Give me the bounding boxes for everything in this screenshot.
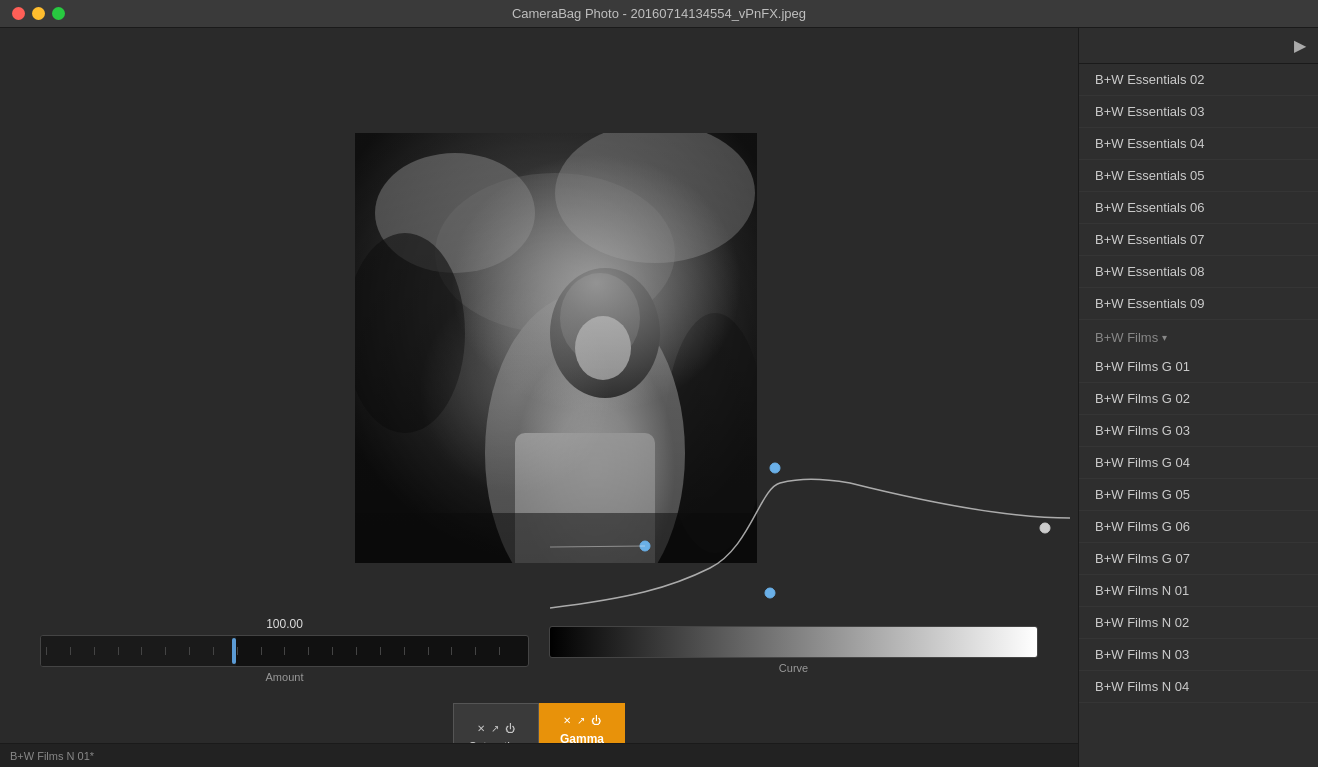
window-controls — [12, 7, 65, 20]
gamma-close-icon: ✕ — [563, 715, 571, 726]
preset-item-bw-films-n04[interactable]: B+W Films N 04 — [1079, 671, 1318, 703]
tick — [70, 647, 94, 655]
maximize-button[interactable] — [52, 7, 65, 20]
svg-point-15 — [1040, 523, 1050, 533]
tick — [499, 647, 523, 655]
bw-films-label: B+W Films — [1095, 330, 1158, 345]
tick — [428, 647, 452, 655]
window-title: CameraBag Photo - 20160714134554_vPnFX.j… — [512, 6, 806, 21]
saturation-panel-icons: ✕ ↗ ⏻ — [477, 723, 515, 734]
saturation-close-icon: ✕ — [477, 723, 485, 734]
tick — [141, 647, 165, 655]
tick — [284, 647, 308, 655]
status-bar: B+W Films N 01* — [0, 743, 1078, 767]
status-text: B+W Films N 01* — [10, 750, 94, 762]
preset-item-bw-films-n01[interactable]: B+W Films N 01 — [1079, 575, 1318, 607]
preset-item-bw-films-g04[interactable]: B+W Films G 04 — [1079, 447, 1318, 479]
close-button[interactable] — [12, 7, 25, 20]
amount-label: Amount — [266, 671, 304, 683]
preset-item-bw-films-g05[interactable]: B+W Films G 05 — [1079, 479, 1318, 511]
amount-value: 100.00 — [266, 617, 303, 631]
sidebar-arrow-icon[interactable]: ▶ — [1294, 36, 1306, 55]
preset-item-bw-essentials-06[interactable]: B+W Essentials 06 — [1079, 192, 1318, 224]
amount-slider-thumb[interactable] — [232, 638, 236, 664]
preset-item-bw-films-n02[interactable]: B+W Films N 02 — [1079, 607, 1318, 639]
main-layout: 100.00 — [0, 28, 1318, 767]
tick-marks — [41, 636, 528, 666]
sidebar-header: ▶ — [1079, 28, 1318, 64]
bw-films-chevron-icon: ▾ — [1162, 332, 1167, 343]
tick — [165, 647, 189, 655]
center-panel: 100.00 — [0, 28, 1078, 767]
tick — [189, 647, 213, 655]
preset-item-bw-essentials-07[interactable]: B+W Essentials 07 — [1079, 224, 1318, 256]
tick — [237, 647, 261, 655]
gamma-curve-panel-icons: ✕ ↗ ⏻ — [563, 715, 601, 726]
gamma-power-icon: ⏻ — [591, 715, 601, 726]
preset-list[interactable]: B+W Essentials 02 B+W Essentials 03 B+W … — [1079, 64, 1318, 767]
preset-item-bw-essentials-02[interactable]: B+W Essentials 02 — [1079, 64, 1318, 96]
preset-item-bw-essentials-09[interactable]: B+W Essentials 09 — [1079, 288, 1318, 320]
saturation-share-icon: ↗ — [491, 723, 499, 734]
preset-item-bw-films-g03[interactable]: B+W Films G 03 — [1079, 415, 1318, 447]
tick — [118, 647, 142, 655]
tick — [380, 647, 404, 655]
preset-item-bw-films-g07[interactable]: B+W Films G 07 — [1079, 543, 1318, 575]
tick — [475, 647, 499, 655]
tick — [451, 647, 475, 655]
preset-item-bw-films-n03[interactable]: B+W Films N 03 — [1079, 639, 1318, 671]
tick — [332, 647, 356, 655]
preset-item-bw-essentials-05[interactable]: B+W Essentials 05 — [1079, 160, 1318, 192]
tick — [308, 647, 332, 655]
tick — [46, 647, 70, 655]
tick — [261, 647, 285, 655]
tick — [404, 647, 428, 655]
sidebar: ▶ B+W Essentials 02 B+W Essentials 03 B+… — [1078, 28, 1318, 767]
preset-item-bw-films-g06[interactable]: B+W Films G 06 — [1079, 511, 1318, 543]
amount-slider-track[interactable] — [40, 635, 529, 667]
minimize-button[interactable] — [32, 7, 45, 20]
curve-label: Curve — [779, 662, 808, 674]
svg-point-14 — [765, 588, 775, 598]
tick — [356, 647, 380, 655]
gamma-curve-svg — [550, 428, 1070, 648]
svg-line-16 — [550, 546, 645, 548]
curve-area — [550, 428, 1070, 648]
tick — [94, 647, 118, 655]
saturation-power-icon: ⏻ — [505, 723, 515, 734]
preset-item-bw-essentials-03[interactable]: B+W Essentials 03 — [1079, 96, 1318, 128]
preset-item-bw-films-g02[interactable]: B+W Films G 02 — [1079, 383, 1318, 415]
preset-item-bw-essentials-08[interactable]: B+W Essentials 08 — [1079, 256, 1318, 288]
preset-item-bw-films-g01[interactable]: B+W Films G 01 — [1079, 351, 1318, 383]
bw-films-section-header[interactable]: B+W Films ▾ — [1079, 320, 1318, 351]
canvas-area — [0, 28, 1078, 607]
svg-point-12 — [770, 463, 780, 473]
gamma-share-icon: ↗ — [577, 715, 585, 726]
preset-item-bw-essentials-04[interactable]: B+W Essentials 04 — [1079, 128, 1318, 160]
titlebar: CameraBag Photo - 20160714134554_vPnFX.j… — [0, 0, 1318, 28]
amount-slider-section: 100.00 — [40, 617, 529, 683]
